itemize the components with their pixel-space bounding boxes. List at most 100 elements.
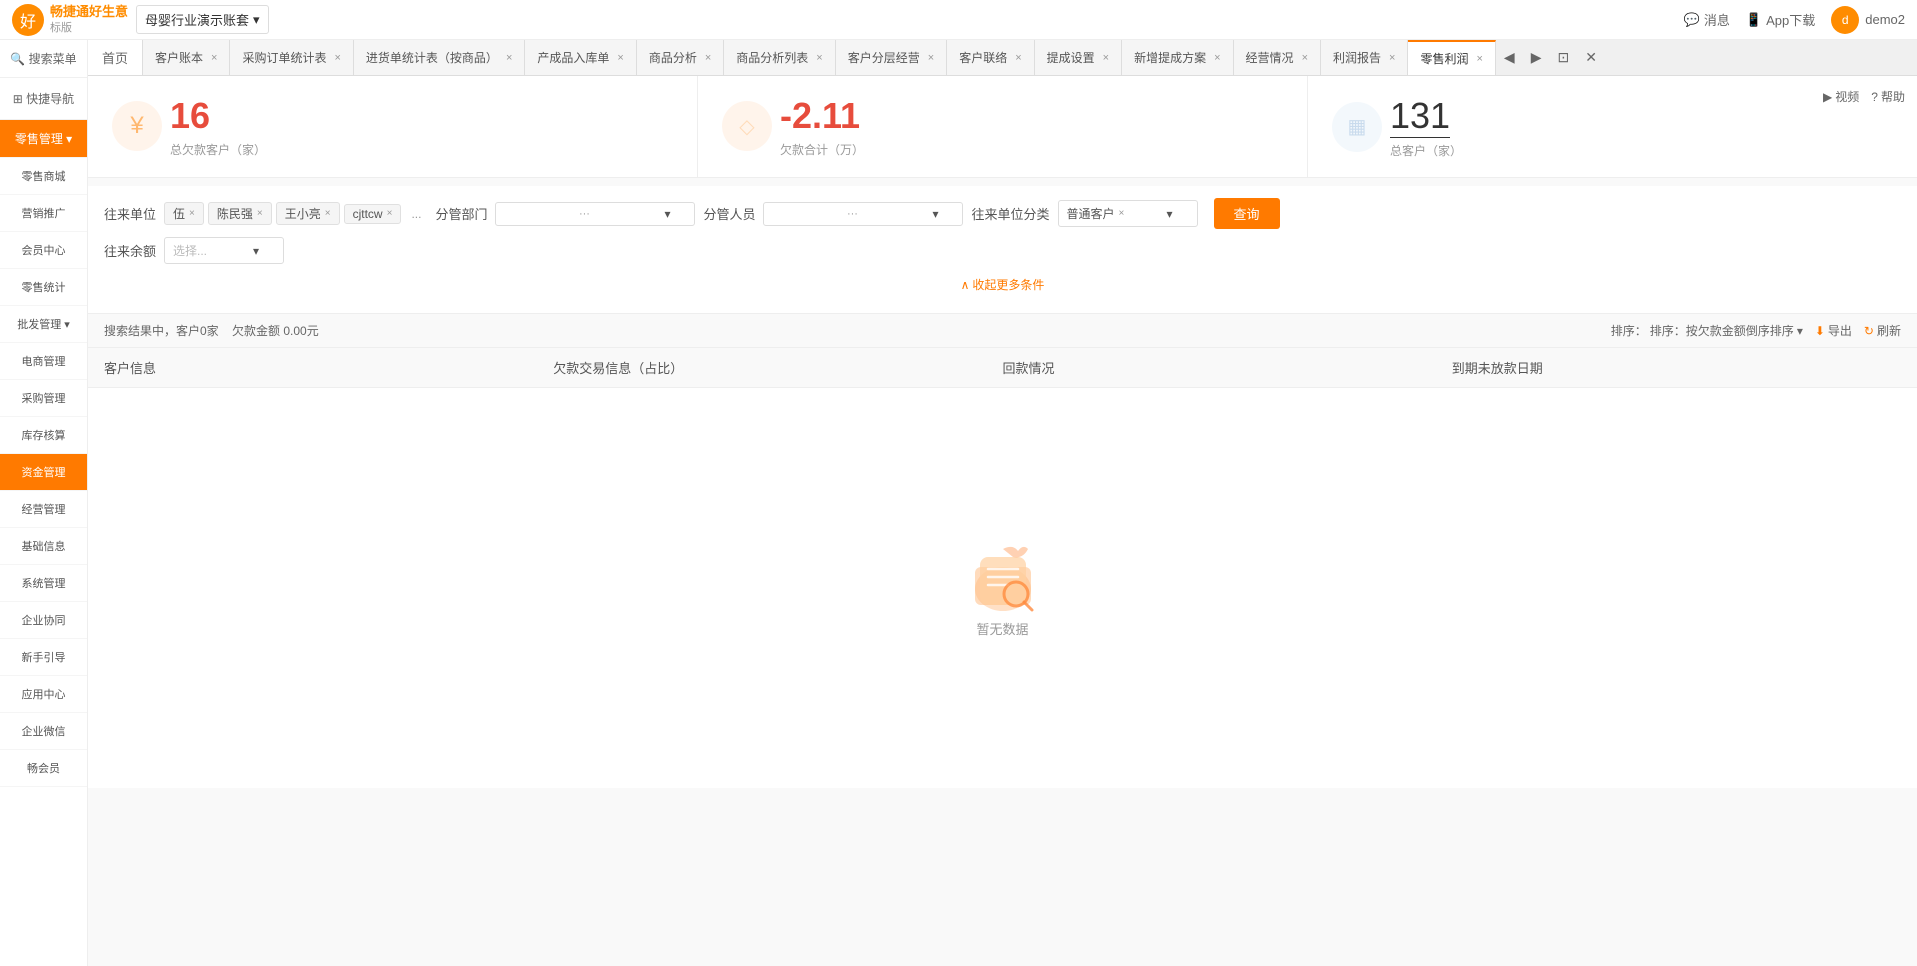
stat-icon-2: ◇ bbox=[722, 101, 772, 151]
top-bar-left: 好 畅捷通好生意 标版 母婴行业演示账套 ▾ bbox=[12, 4, 269, 36]
tab-customer-tier[interactable]: 客户分层经营 × bbox=[836, 40, 947, 75]
tab-close-9[interactable]: × bbox=[1214, 52, 1220, 64]
filter-tag-wu[interactable]: 伍 × bbox=[164, 202, 204, 225]
unit-class-tag[interactable]: 普通客户 × bbox=[1067, 205, 1125, 222]
unit-class-select[interactable]: 普通客户 × ▾ bbox=[1058, 200, 1198, 227]
data-table: 客户信息 欠款交易信息（占比） 回款情况 到期未放款日期 bbox=[88, 348, 1917, 788]
person-select[interactable]: ··· ▾ bbox=[763, 202, 963, 226]
tab-retail-profit[interactable]: 零售利润 × bbox=[1408, 40, 1495, 75]
tag-chen-text: 陈民强 bbox=[217, 205, 253, 222]
video-btn[interactable]: ▶ 视频 bbox=[1823, 88, 1859, 105]
tab-close-5[interactable]: × bbox=[816, 52, 822, 64]
tab-purchase-order[interactable]: 采购订单统计表 × bbox=[230, 40, 353, 75]
stat-card-customers: ¥ 16 总欠款客户（家） bbox=[88, 76, 698, 177]
refresh-btn[interactable]: ↻ 刷新 bbox=[1864, 322, 1901, 339]
message-btn[interactable]: 💬 消息 bbox=[1684, 10, 1730, 29]
tag-chen-close[interactable]: × bbox=[257, 208, 263, 219]
sidebar-item-wechat[interactable]: 企业微信 bbox=[0, 713, 87, 750]
sidebar-item-ecommerce[interactable]: 电商管理 bbox=[0, 343, 87, 380]
sidebar-item-marketing[interactable]: 营销推广 bbox=[0, 195, 87, 232]
tag-wu-close[interactable]: × bbox=[189, 208, 195, 219]
sidebar-item-basic[interactable]: 基础信息 bbox=[0, 528, 87, 565]
help-btn[interactable]: ? 帮助 bbox=[1871, 88, 1905, 105]
sidebar-item-purchase[interactable]: 采购管理 bbox=[0, 380, 87, 417]
tab-close-12[interactable]: × bbox=[1476, 53, 1482, 65]
sidebar-item-guide[interactable]: 新手引导 bbox=[0, 639, 87, 676]
tab-customer-account[interactable]: 客户账本 × bbox=[143, 40, 230, 75]
sort-label-text: 排序： bbox=[1611, 322, 1647, 339]
tab-close-10[interactable]: × bbox=[1302, 52, 1308, 64]
tab-close-0[interactable]: × bbox=[211, 52, 217, 64]
sort-control[interactable]: 排序： 排序：按欠款金额倒序排序 ▾ bbox=[1611, 322, 1803, 339]
tab-prev-btn[interactable]: ◀ bbox=[1496, 40, 1523, 75]
tab-close-3[interactable]: × bbox=[617, 52, 623, 64]
query-button[interactable]: 查询 bbox=[1214, 198, 1280, 229]
tab-close-6[interactable]: × bbox=[928, 52, 934, 64]
filter-tag-cj[interactable]: cjttcw × bbox=[344, 204, 402, 224]
sidebar-item-quicknav[interactable]: ⊞ 快捷导航 bbox=[0, 78, 87, 120]
export-btn[interactable]: ⬇ 导出 bbox=[1815, 322, 1852, 339]
sidebar-item-inventory[interactable]: 库存核算 bbox=[0, 417, 87, 454]
workspace-selector[interactable]: 母婴行业演示账套 ▾ bbox=[136, 5, 269, 34]
tag-wang-close[interactable]: × bbox=[325, 208, 331, 219]
empty-text: 暂无数据 bbox=[976, 619, 1028, 638]
tab-close-4[interactable]: × bbox=[705, 52, 711, 64]
sidebar-item-vip[interactable]: 畅会员 bbox=[0, 750, 87, 787]
sidebar-item-collab[interactable]: 企业协同 bbox=[0, 602, 87, 639]
tab-business[interactable]: 经营情况 × bbox=[1234, 40, 1321, 75]
sidebar-item-appstore[interactable]: 应用中心 bbox=[0, 676, 87, 713]
guide-label: 新手引导 bbox=[22, 652, 66, 664]
sidebar-item-system[interactable]: 系统管理 bbox=[0, 565, 87, 602]
balance-select[interactable]: 选择... ▾ bbox=[164, 237, 284, 264]
tab-label-1: 采购订单统计表 bbox=[242, 49, 326, 66]
tab-profit-report[interactable]: 利润报告 × bbox=[1321, 40, 1408, 75]
sidebar-item-retail-mall[interactable]: 零售商城 bbox=[0, 158, 87, 195]
tab-close-11[interactable]: × bbox=[1389, 52, 1395, 64]
tab-product-in[interactable]: 产成品入库单 × bbox=[525, 40, 636, 75]
tab-goods-analysis[interactable]: 商品分析 × bbox=[637, 40, 724, 75]
filter-more-tags[interactable]: ... bbox=[405, 205, 427, 223]
tab-home[interactable]: 首页 bbox=[88, 40, 143, 75]
filter-tag-wang[interactable]: 王小亮 × bbox=[276, 202, 340, 225]
stat-label-customers: 总欠款客户（家） bbox=[170, 141, 266, 158]
system-label: 系统管理 bbox=[22, 578, 66, 590]
sort-value: 排序：按欠款金额倒序排序 bbox=[1650, 322, 1794, 339]
sidebar-item-member[interactable]: 会员中心 bbox=[0, 232, 87, 269]
person-chevron: ▾ bbox=[932, 207, 938, 221]
tab-close-8[interactable]: × bbox=[1103, 52, 1109, 64]
unit-class-close[interactable]: × bbox=[1119, 208, 1125, 219]
tab-close-7[interactable]: × bbox=[1015, 52, 1021, 64]
sidebar-item-retail-stats[interactable]: 零售统计 bbox=[0, 269, 87, 306]
sidebar-item-wholesale[interactable]: 批发管理 ▾ bbox=[0, 306, 87, 343]
tab-goods-analysis-list[interactable]: 商品分析列表 × bbox=[724, 40, 835, 75]
stat-card-amount: ◇ -2.11 欠款合计（万） bbox=[698, 76, 1308, 177]
sidebar-item-search[interactable]: 🔍 搜索菜单 bbox=[0, 40, 87, 78]
app-download-btn[interactable]: 📱 App下载 bbox=[1746, 10, 1815, 29]
tab-goods-stats[interactable]: 进货单统计表（按商品） × bbox=[354, 40, 525, 75]
unit-tags: 伍 × 陈民强 × 王小亮 × cjttcw × bbox=[164, 202, 427, 225]
main-layout: 🔍 搜索菜单 ⊞ 快捷导航 零售管理 ▾ 零售商城 营销推广 会员中心 零售统计… bbox=[0, 40, 1917, 966]
tab-close-all-btn[interactable]: ✕ bbox=[1577, 40, 1605, 75]
tab-new-commission[interactable]: 新增提成方案 × bbox=[1122, 40, 1233, 75]
tab-next-btn[interactable]: ▶ bbox=[1523, 40, 1550, 75]
tab-label-3: 产成品入库单 bbox=[537, 49, 609, 66]
user-area[interactable]: d demo2 bbox=[1831, 6, 1905, 34]
tab-close-1[interactable]: × bbox=[334, 52, 340, 64]
workspace-chevron: ▾ bbox=[253, 12, 260, 28]
sidebar-item-retail[interactable]: 零售管理 ▾ bbox=[0, 120, 87, 158]
person-more: ··· bbox=[847, 208, 858, 220]
col-debt: 欠款交易信息（占比） bbox=[553, 358, 1002, 377]
tab-commission[interactable]: 提成设置 × bbox=[1035, 40, 1122, 75]
sidebar-item-finance[interactable]: 资金管理 bbox=[0, 454, 87, 491]
content-area: 首页 客户账本 × 采购订单统计表 × 进货单统计表（按商品） × 产成品入库单… bbox=[88, 40, 1917, 966]
collapse-button[interactable]: ∧ 收起更多条件 bbox=[943, 272, 1063, 297]
stat-label-amount: 欠款合计（万） bbox=[780, 141, 864, 158]
filter-tag-chen[interactable]: 陈民强 × bbox=[208, 202, 272, 225]
stat-icon-1: ¥ bbox=[112, 101, 162, 151]
dept-select[interactable]: ··· ▾ bbox=[495, 202, 695, 226]
tab-close-2[interactable]: × bbox=[506, 52, 512, 64]
tab-expand-btn[interactable]: ⊡ bbox=[1549, 40, 1577, 75]
tab-customer-contact[interactable]: 客户联络 × bbox=[947, 40, 1034, 75]
sidebar-item-operation[interactable]: 经营管理 bbox=[0, 491, 87, 528]
tag-cj-close[interactable]: × bbox=[387, 208, 393, 219]
